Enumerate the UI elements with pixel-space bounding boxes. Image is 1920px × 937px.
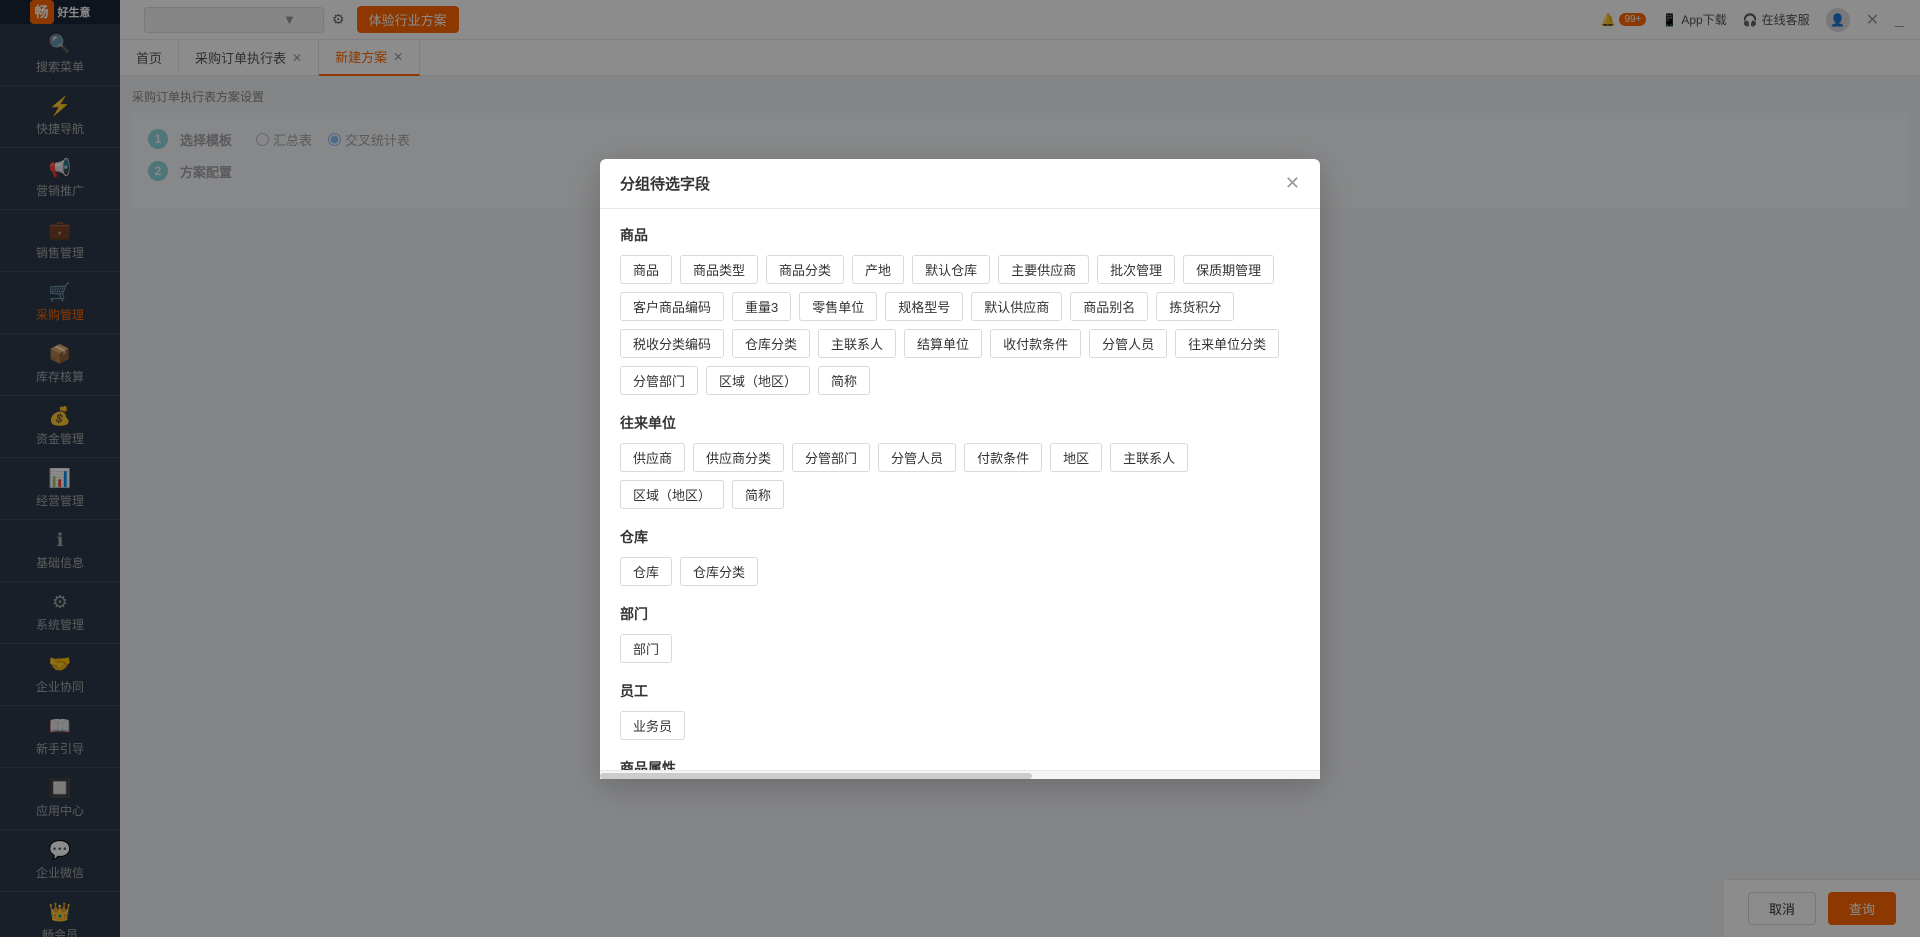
field-tag-0-24[interactable]: 简称 bbox=[818, 366, 870, 395]
field-tag-0-5[interactable]: 主要供应商 bbox=[998, 255, 1089, 284]
modal-hscroll[interactable] bbox=[600, 770, 1320, 778]
field-section-2: 仓库仓库仓库分类 bbox=[620, 527, 1300, 586]
field-tags-3: 部门 bbox=[620, 634, 1300, 663]
field-section-0: 商品商品商品类型商品分类产地默认仓库主要供应商批次管理保质期管理客户商品编码重量… bbox=[620, 225, 1300, 395]
field-tag-2-0[interactable]: 仓库 bbox=[620, 557, 672, 586]
field-tag-0-18[interactable]: 结算单位 bbox=[904, 329, 982, 358]
field-tag-1-3[interactable]: 分管人员 bbox=[878, 443, 956, 472]
field-tags-2: 仓库仓库分类 bbox=[620, 557, 1300, 586]
field-tag-0-9[interactable]: 重量3 bbox=[732, 292, 791, 321]
field-tag-0-17[interactable]: 主联系人 bbox=[818, 329, 896, 358]
field-tag-0-6[interactable]: 批次管理 bbox=[1097, 255, 1175, 284]
field-tag-1-6[interactable]: 主联系人 bbox=[1110, 443, 1188, 472]
field-tag-0-20[interactable]: 分管人员 bbox=[1089, 329, 1167, 358]
field-tag-0-8[interactable]: 客户商品编码 bbox=[620, 292, 724, 321]
modal-header: 分组待选字段 ✕ bbox=[600, 159, 1320, 209]
field-section-title-0: 商品 bbox=[620, 225, 1300, 245]
field-section-title-4: 员工 bbox=[620, 681, 1300, 701]
field-tag-0-19[interactable]: 收付款条件 bbox=[990, 329, 1081, 358]
field-tag-0-0[interactable]: 商品 bbox=[620, 255, 672, 284]
field-tag-0-3[interactable]: 产地 bbox=[852, 255, 904, 284]
field-tag-0-12[interactable]: 默认供应商 bbox=[971, 292, 1062, 321]
modal-hscroll-bar bbox=[600, 773, 1032, 779]
field-section-3: 部门部门 bbox=[620, 604, 1300, 663]
field-section-title-3: 部门 bbox=[620, 604, 1300, 624]
field-tag-1-7[interactable]: 区域（地区） bbox=[620, 480, 724, 509]
modal-close-btn[interactable]: ✕ bbox=[1285, 173, 1300, 194]
field-tag-0-2[interactable]: 商品分类 bbox=[766, 255, 844, 284]
field-tag-1-0[interactable]: 供应商 bbox=[620, 443, 685, 472]
field-tag-2-1[interactable]: 仓库分类 bbox=[680, 557, 758, 586]
field-tag-0-10[interactable]: 零售单位 bbox=[799, 292, 877, 321]
field-tags-1: 供应商供应商分类分管部门分管人员付款条件地区主联系人区域（地区） 简称 bbox=[620, 443, 1300, 509]
field-tag-1-2[interactable]: 分管部门 bbox=[792, 443, 870, 472]
field-tag-1-4[interactable]: 付款条件 bbox=[964, 443, 1042, 472]
field-tag-0-7[interactable]: 保质期管理 bbox=[1183, 255, 1274, 284]
field-section-title-2: 仓库 bbox=[620, 527, 1300, 547]
modal-body: 商品商品商品类型商品分类产地默认仓库主要供应商批次管理保质期管理客户商品编码重量… bbox=[600, 209, 1320, 771]
field-tag-1-5[interactable]: 地区 bbox=[1050, 443, 1102, 472]
field-tag-1-8[interactable]: 简称 bbox=[732, 480, 784, 509]
field-tag-3-0[interactable]: 部门 bbox=[620, 634, 672, 663]
field-tag-0-14[interactable]: 拣货积分 bbox=[1156, 292, 1234, 321]
field-tag-0-11[interactable]: 规格型号 bbox=[885, 292, 963, 321]
field-section-5: 商品属性属性颜色多规格尺码鞋码1 bbox=[620, 758, 1300, 771]
field-tag-0-22[interactable]: 分管部门 bbox=[620, 366, 698, 395]
field-tag-0-15[interactable]: 税收分类编码 bbox=[620, 329, 724, 358]
field-section-1: 往来单位供应商供应商分类分管部门分管人员付款条件地区主联系人区域（地区） 简称 bbox=[620, 413, 1300, 509]
field-tags-4: 业务员 bbox=[620, 711, 1300, 740]
field-tag-1-1[interactable]: 供应商分类 bbox=[693, 443, 784, 472]
field-section-title-5: 商品属性 bbox=[620, 758, 1300, 771]
field-section-4: 员工业务员 bbox=[620, 681, 1300, 740]
modal-title: 分组待选字段 bbox=[620, 173, 710, 194]
field-tag-0-1[interactable]: 商品类型 bbox=[680, 255, 758, 284]
field-tag-0-21[interactable]: 往来单位分类 bbox=[1175, 329, 1279, 358]
field-tag-0-13[interactable]: 商品别名 bbox=[1070, 292, 1148, 321]
field-tag-0-4[interactable]: 默认仓库 bbox=[912, 255, 990, 284]
field-tags-0: 商品商品类型商品分类产地默认仓库主要供应商批次管理保质期管理客户商品编码重量3 零… bbox=[620, 255, 1300, 395]
field-selection-modal: 分组待选字段 ✕ 商品商品商品类型商品分类产地默认仓库主要供应商批次管理保质期管… bbox=[600, 159, 1320, 779]
modal-overlay: 分组待选字段 ✕ 商品商品商品类型商品分类产地默认仓库主要供应商批次管理保质期管… bbox=[0, 0, 1920, 937]
field-tag-0-16[interactable]: 仓库分类 bbox=[732, 329, 810, 358]
field-tag-0-23[interactable]: 区域（地区） bbox=[706, 366, 810, 395]
field-tag-4-0[interactable]: 业务员 bbox=[620, 711, 685, 740]
field-section-title-1: 往来单位 bbox=[620, 413, 1300, 433]
